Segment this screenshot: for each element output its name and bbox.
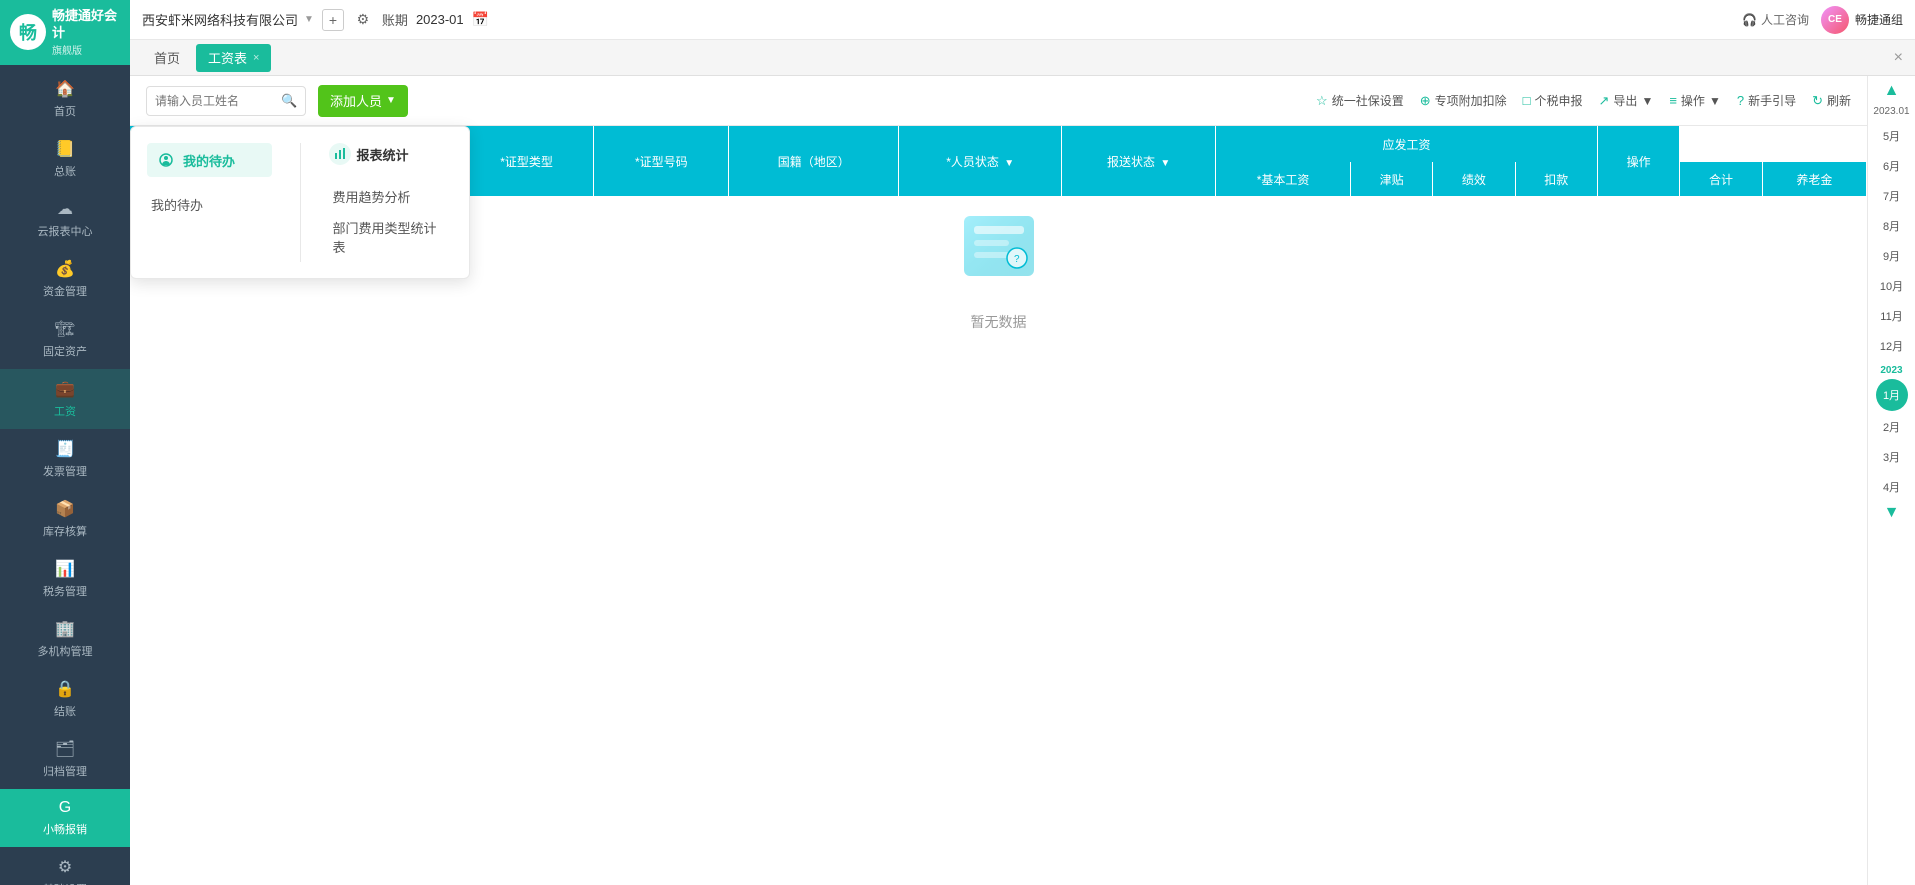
sidebar-item-fixed-assets-label: 固定资产: [43, 343, 87, 359]
reports-header-label: 报表统计: [357, 145, 409, 164]
popup-col-reports-header[interactable]: 报表统计: [329, 143, 454, 169]
sidebar-item-inventory[interactable]: 📦 库存核算: [0, 489, 130, 549]
main-content: 西安虾米网络科技有限公司 ▼ + ⚙ 账期 2023-01 📅 🎧 人工咨询 C…: [130, 0, 1915, 885]
period-value: 2023-01: [416, 12, 464, 27]
popup-item-expense-trend-label: 费用趋势分析: [333, 190, 411, 205]
reports-icon: [329, 143, 351, 165]
popup-item-dept-expense-label: 部门费用类型统计表: [333, 221, 437, 255]
my-tasks-icon: [155, 149, 177, 171]
sidebar-item-cloud-label: 云报表中心: [38, 223, 93, 239]
sidebar-item-multi-org[interactable]: 🏢 多机构管理: [0, 609, 130, 669]
sidebar-item-fixed-assets[interactable]: 🏗 固定资产: [0, 309, 130, 369]
sidebar-item-home-label: 首页: [54, 103, 76, 119]
sidebar-item-closing-label: 结账: [54, 703, 76, 719]
customer-service-button[interactable]: 🎧 人工咨询: [1742, 11, 1809, 28]
sidebar-item-ledger-label: 总账: [54, 163, 76, 179]
popup-item-dept-expense[interactable]: 部门费用类型统计表: [329, 212, 454, 262]
xiao-chang-icon: G: [59, 799, 71, 817]
user-avatar: CE: [1821, 6, 1849, 34]
user-name: 畅捷通组: [1855, 11, 1903, 28]
tax-icon: 📊: [55, 559, 75, 579]
topbar-add-button[interactable]: +: [322, 9, 344, 31]
ledger-icon: 📒: [55, 139, 75, 159]
basic-settings-icon: ⚙: [58, 857, 72, 877]
popup-divider: [300, 143, 301, 262]
popup-col-my-tasks: 我的待办 我的待办: [147, 143, 272, 262]
topbar: 西安虾米网络科技有限公司 ▼ + ⚙ 账期 2023-01 📅 🎧 人工咨询 C…: [130, 0, 1915, 40]
app-logo[interactable]: 畅 畅捷通好会计 旗舰版: [0, 0, 130, 65]
closing-icon: 🔒: [55, 679, 75, 699]
tab-bar-close-button[interactable]: ×: [1894, 49, 1903, 67]
sidebar-item-fund[interactable]: 💰 资金管理: [0, 249, 130, 309]
tab-bar: 首页 工资表 × ×: [130, 40, 1915, 76]
popup-section: 我的待办 我的待办 报表统计: [147, 143, 453, 262]
archive-icon: 🗂: [55, 739, 75, 759]
logo-text-block: 畅捷通好会计 旗舰版: [52, 8, 120, 57]
home-icon: 🏠: [55, 79, 75, 99]
sidebar-item-xiao-chang-xiao[interactable]: G 小畅报销: [0, 789, 130, 847]
company-dropdown-arrow: ▼: [304, 14, 314, 25]
sidebar-item-tax[interactable]: 📊 税务管理: [0, 549, 130, 609]
sidebar-item-archive[interactable]: 🗂 归档管理: [0, 729, 130, 789]
sidebar-item-home[interactable]: 🏠 首页: [0, 69, 130, 129]
sidebar-item-tax-label: 税务管理: [43, 583, 87, 599]
logo-title: 畅捷通好会计: [52, 8, 120, 42]
popup-overlay: 我的待办 我的待办 报表统计: [130, 76, 1915, 885]
user-info[interactable]: CE 畅捷通组: [1821, 6, 1903, 34]
tab-home[interactable]: 首页: [142, 44, 192, 72]
sidebar-item-basic-settings[interactable]: ⚙ 基础设置: [0, 847, 130, 885]
sidebar-item-invoice[interactable]: 🧾 发票管理: [0, 429, 130, 489]
logo-icon: 畅: [10, 14, 46, 50]
popup-item-my-tasks[interactable]: 我的待办: [147, 189, 272, 220]
sidebar-item-xiao-chang-label: 小畅报销: [43, 821, 87, 837]
calendar-icon[interactable]: 📅: [472, 11, 489, 28]
invoice-icon: 🧾: [55, 439, 75, 459]
sidebar-item-ledger[interactable]: 📒 总账: [0, 129, 130, 189]
tab-home-label: 首页: [154, 48, 180, 67]
customer-service-label: 人工咨询: [1761, 11, 1809, 28]
period-label: 账期: [382, 10, 408, 29]
popup-item-expense-trend[interactable]: 费用趋势分析: [329, 181, 454, 212]
tab-payroll[interactable]: 工资表 ×: [196, 44, 271, 72]
sidebar-item-inventory-label: 库存核算: [43, 523, 87, 539]
fixed-assets-icon: 🏗: [55, 319, 75, 339]
headphone-icon: 🎧: [1742, 13, 1757, 27]
sidebar-item-multi-org-label: 多机构管理: [38, 643, 93, 659]
tab-payroll-label: 工资表: [208, 48, 247, 67]
popup-col-my-tasks-header[interactable]: 我的待办: [147, 143, 272, 177]
content-area: 🔍 添加人员 ▼ ☆ 统一社保设置 ⊕ 专项附加扣除 □: [130, 76, 1915, 885]
company-name: 西安虾米网络科技有限公司: [142, 10, 298, 29]
sidebar-item-payroll-label: 工资: [54, 403, 76, 419]
sidebar-item-cloud-report[interactable]: ☁ 云报表中心: [0, 189, 130, 249]
topbar-right: 🎧 人工咨询 CE 畅捷通组: [1742, 6, 1903, 34]
cloud-icon: ☁: [57, 199, 73, 219]
my-tasks-header-label: 我的待办: [183, 151, 235, 170]
tab-payroll-close[interactable]: ×: [253, 52, 259, 64]
topbar-settings-button[interactable]: ⚙: [352, 9, 374, 31]
sidebar-item-basic-settings-label: 基础设置: [43, 881, 87, 885]
sidebar: 畅 畅捷通好会计 旗舰版 🏠 首页 📒 总账 ☁ 云报表中心 💰 资金管理 🏗 …: [0, 0, 130, 885]
sidebar-item-fund-label: 资金管理: [43, 283, 87, 299]
logo-sub: 旗舰版: [52, 42, 120, 57]
sidebar-navigation: 🏠 首页 📒 总账 ☁ 云报表中心 💰 资金管理 🏗 固定资产 💼 工资 🧾 发…: [0, 65, 130, 885]
popup-col-reports: 报表统计 费用趋势分析 部门费用类型统计表: [329, 143, 454, 262]
popup-menu: 我的待办 我的待办 报表统计: [130, 126, 470, 279]
company-selector[interactable]: 西安虾米网络科技有限公司 ▼: [142, 10, 314, 29]
sidebar-item-closing[interactable]: 🔒 结账: [0, 669, 130, 729]
payroll-icon: 💼: [55, 379, 75, 399]
multi-org-icon: 🏢: [55, 619, 75, 639]
fund-icon: 💰: [55, 259, 75, 279]
sidebar-item-payroll[interactable]: 💼 工资: [0, 369, 130, 429]
popup-item-my-tasks-label: 我的待办: [151, 198, 203, 213]
sidebar-item-invoice-label: 发票管理: [43, 463, 87, 479]
inventory-icon: 📦: [55, 499, 75, 519]
sidebar-item-archive-label: 归档管理: [43, 763, 87, 779]
